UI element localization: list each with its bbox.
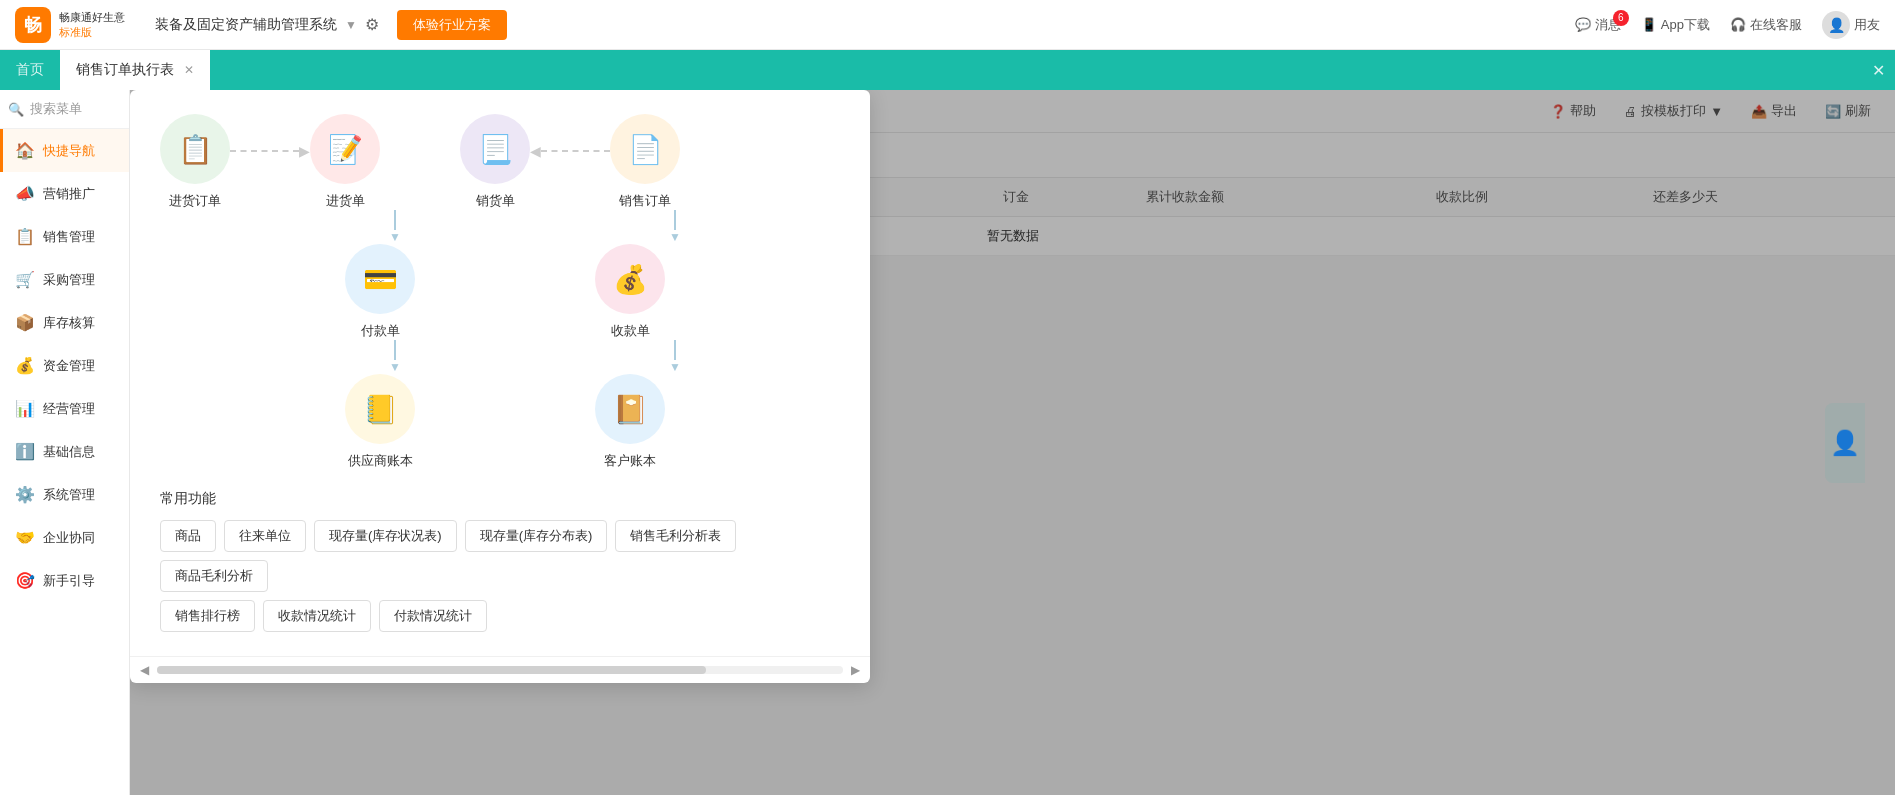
finance-icon: 💰 <box>15 356 35 375</box>
sidebar-item-basic-info[interactable]: ℹ️ 基础信息 <box>0 430 129 473</box>
system-title-area: 装备及固定资产辅助管理系统 ▼ ⚙ 体验行业方案 <box>145 10 1575 40</box>
flow-node-sales-receipt: 📃 销货单 <box>460 114 530 210</box>
sidebar-item-sales[interactable]: 📋 销售管理 <box>0 215 129 258</box>
sales-receipt-label: 销货单 <box>476 192 515 210</box>
sidebar-item-collab[interactable]: 🤝 企业协同 <box>0 516 129 559</box>
scroll-right-icon[interactable]: ▶ <box>851 663 860 677</box>
experience-btn[interactable]: 体验行业方案 <box>397 10 507 40</box>
home-icon: 🏠 <box>15 141 35 160</box>
settings-icon[interactable]: ⚙ <box>365 15 379 34</box>
scrollbar-track[interactable] <box>157 666 843 674</box>
sidebar-search[interactable]: 🔍 搜索菜单 <box>0 90 129 129</box>
system-title: 装备及固定资产辅助管理系统 <box>155 16 337 34</box>
online-service-item[interactable]: 🎧 在线客服 <box>1730 16 1802 34</box>
customer-ledger-label: 客户账本 <box>604 452 656 470</box>
tab-bar-close-icon[interactable]: ✕ <box>1872 61 1885 80</box>
guide-icon: 🎯 <box>15 571 35 590</box>
sidebar-item-quick-nav[interactable]: 🏠 快捷导航 <box>0 129 129 172</box>
system-icon: ⚙️ <box>15 485 35 504</box>
flow-node-purchase-order: 📋 进货订单 <box>160 114 230 210</box>
sidebar-item-purchase[interactable]: 🛒 采购管理 <box>0 258 129 301</box>
modal-content: 📋 进货订单 ▶ 📝 <box>130 90 870 656</box>
v-arrow-sales <box>674 210 676 230</box>
purchase-receipt-label: 进货单 <box>326 192 365 210</box>
sidebar-item-management[interactable]: 📊 经营管理 <box>0 387 129 430</box>
func-btn-stock-dist[interactable]: 现存量(库存分布表) <box>465 520 608 552</box>
info-icon: ℹ️ <box>15 442 35 461</box>
flow-node-sales-order: 📄 销售订单 <box>610 114 680 210</box>
main-layout: 🔍 搜索菜单 🏠 快捷导航 📣 营销推广 📋 销售管理 🛒 采购管理 📦 库存核… <box>0 90 1895 795</box>
headset-icon: 🎧 <box>1730 17 1746 32</box>
common-functions-section: 常用功能 商品 往来单位 现存量(库存状况表) 现存量(库存分布表) 销售毛利分… <box>160 490 840 632</box>
common-functions-title: 常用功能 <box>160 490 840 508</box>
supplier-ledger-label: 供应商账本 <box>348 452 413 470</box>
flow-node-customer-ledger: 📔 客户账本 <box>595 374 665 470</box>
message-badge: 6 <box>1613 10 1629 26</box>
arrow-h-1: ▶ <box>230 143 310 159</box>
func-btn-sales-rank[interactable]: 销售排行榜 <box>160 600 255 632</box>
v-arrow-receipt <box>674 340 676 360</box>
scroll-left-icon[interactable]: ◀ <box>140 663 149 677</box>
flow-node-purchase-receipt: 📝 进货单 <box>310 114 380 210</box>
function-btns: 商品 往来单位 现存量(库存状况表) 现存量(库存分布表) 销售毛利分析表 商品… <box>160 520 840 592</box>
header-right: 💬 消息 6 📱 App下载 🎧 在线客服 👤 用友 <box>1575 11 1880 39</box>
tab-sales-order[interactable]: 销售订单执行表 ✕ <box>60 50 210 90</box>
search-icon: 🔍 <box>8 102 24 117</box>
message-icon: 💬 <box>1575 17 1591 32</box>
content-area: ❓ 帮助 🖨 按模板打印 ▼ 📤 导出 🔄 刷新 yyyy-mm-dd 📅 <box>130 90 1895 795</box>
flow-node-supplier-ledger: 📒 供应商账本 <box>345 374 415 470</box>
chevron-down-icon[interactable]: ▼ <box>345 18 357 32</box>
logo-icon: 畅 <box>15 7 51 43</box>
func-btn-supplier[interactable]: 往来单位 <box>224 520 306 552</box>
sidebar-item-marketing[interactable]: 📣 营销推广 <box>0 172 129 215</box>
sales-order-label: 销售订单 <box>619 192 671 210</box>
logo-text: 畅康通好生意 标准版 <box>59 10 125 39</box>
marketing-icon: 📣 <box>15 184 35 203</box>
tab-home[interactable]: 首页 <box>0 50 60 90</box>
flow-node-payment: 💳 付款单 <box>345 244 415 340</box>
management-icon: 📊 <box>15 399 35 418</box>
modal-scrollbar: ◀ ▶ <box>130 656 870 683</box>
v-arrow-payment <box>394 340 396 360</box>
message-item[interactable]: 💬 消息 6 <box>1575 16 1621 34</box>
right-side-decoration: 👤 <box>1795 90 1895 795</box>
arrow-h-2: ◀ <box>530 143 610 159</box>
tab-bar: 首页 销售订单执行表 ✕ ✕ <box>0 50 1895 90</box>
func-btn-stock-status[interactable]: 现存量(库存状况表) <box>314 520 457 552</box>
collab-icon: 🤝 <box>15 528 35 547</box>
sidebar-item-guide[interactable]: 🎯 新手引导 <box>0 559 129 602</box>
purchase-icon: 🛒 <box>15 270 35 289</box>
scrollbar-thumb <box>157 666 706 674</box>
func-btn-product-margin[interactable]: 商品毛利分析 <box>160 560 268 592</box>
phone-icon: 📱 <box>1641 17 1657 32</box>
func-btn-product[interactable]: 商品 <box>160 520 216 552</box>
func-btn-receipt-stats[interactable]: 收款情况统计 <box>263 600 371 632</box>
modal-box: 📋 进货订单 ▶ 📝 <box>130 90 870 683</box>
function-btns-row2: 销售排行榜 收款情况统计 付款情况统计 <box>160 600 840 632</box>
payment-label: 付款单 <box>361 322 400 340</box>
sidebar-item-inventory[interactable]: 📦 库存核算 <box>0 301 129 344</box>
sidebar-item-system[interactable]: ⚙️ 系统管理 <box>0 473 129 516</box>
modal-overlay[interactable]: 📋 进货订单 ▶ 📝 <box>130 90 1895 795</box>
inventory-icon: 📦 <box>15 313 35 332</box>
purchase-order-label: 进货订单 <box>169 192 221 210</box>
app-download-item[interactable]: 📱 App下载 <box>1641 16 1710 34</box>
tab-close-icon[interactable]: ✕ <box>184 63 194 77</box>
user-item[interactable]: 👤 用友 <box>1822 11 1880 39</box>
top-header: 畅 畅康通好生意 标准版 装备及固定资产辅助管理系统 ▼ ⚙ 体验行业方案 💬 … <box>0 0 1895 50</box>
receipt-label: 收款单 <box>611 322 650 340</box>
v-arrow-purchase <box>394 210 396 230</box>
func-btn-sales-margin[interactable]: 销售毛利分析表 <box>615 520 736 552</box>
sidebar-item-finance[interactable]: 💰 资金管理 <box>0 344 129 387</box>
sales-icon: 📋 <box>15 227 35 246</box>
logo-area: 畅 畅康通好生意 标准版 <box>15 7 145 43</box>
func-btn-payment-stats[interactable]: 付款情况统计 <box>379 600 487 632</box>
flow-node-receipt: 💰 收款单 <box>595 244 665 340</box>
avatar: 👤 <box>1822 11 1850 39</box>
sidebar: 🔍 搜索菜单 🏠 快捷导航 📣 营销推广 📋 销售管理 🛒 采购管理 📦 库存核… <box>0 90 130 795</box>
